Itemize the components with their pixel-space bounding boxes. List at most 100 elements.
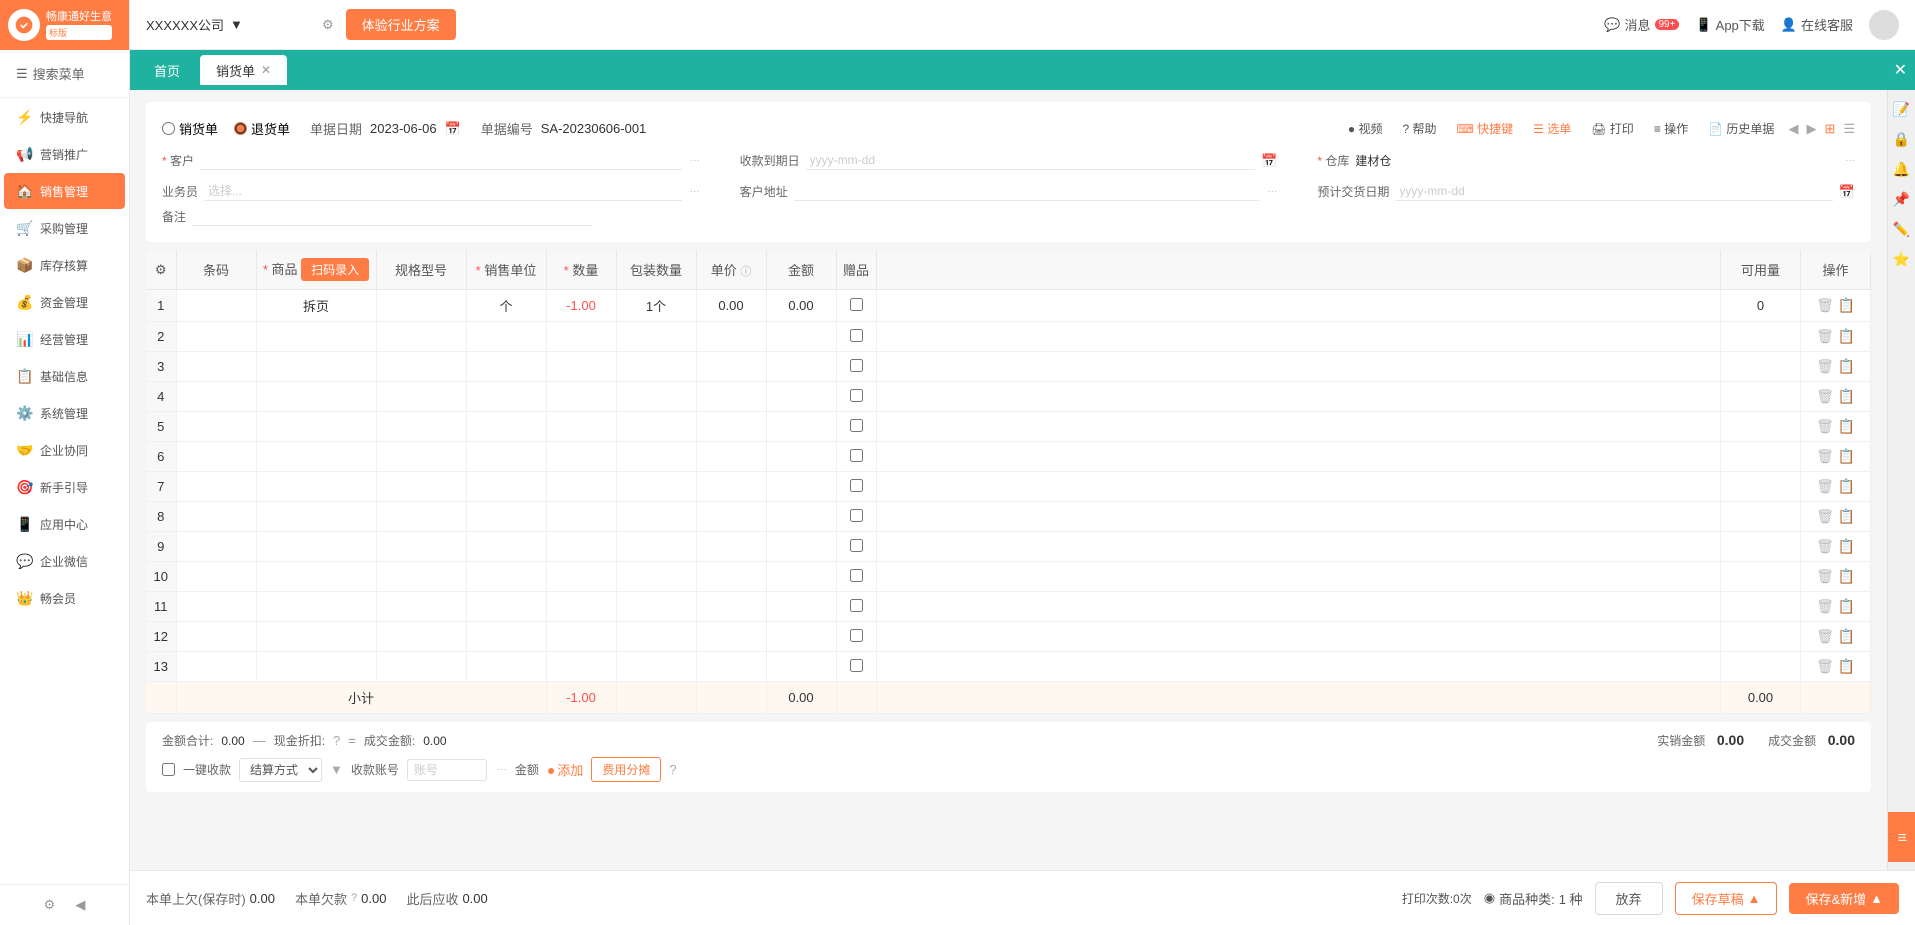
trial-button[interactable]: 体验行业方案 — [346, 9, 456, 40]
row-amount[interactable] — [766, 382, 836, 412]
row-barcode[interactable] — [176, 382, 256, 412]
toolbar-next-icon[interactable]: ▶ — [1806, 121, 1816, 137]
copy-icon[interactable]: 📋 — [1837, 358, 1854, 374]
row-amount[interactable]: 0.00 — [766, 290, 836, 322]
row-goods[interactable] — [256, 382, 376, 412]
row-amount[interactable] — [766, 502, 836, 532]
customer-dots[interactable]: ··· — [690, 155, 700, 166]
row-barcode[interactable] — [176, 622, 256, 652]
row-gift[interactable] — [836, 442, 876, 472]
toolbar-operation-btn[interactable]: ≡ 操作 — [1648, 118, 1694, 139]
copy-icon[interactable]: 📋 — [1837, 418, 1854, 434]
row-unit[interactable] — [466, 322, 546, 352]
th-settings[interactable]: ⚙ — [146, 250, 176, 290]
delete-icon[interactable]: 🗑 — [1816, 658, 1834, 674]
row-gift[interactable] — [836, 592, 876, 622]
row-pkg-qty[interactable] — [616, 442, 696, 472]
row-price[interactable] — [696, 592, 766, 622]
date-calendar-icon[interactable]: 📅 — [445, 121, 461, 137]
row-qty[interactable] — [546, 472, 616, 502]
customer-addr-dots[interactable]: ··· — [1267, 186, 1277, 197]
row-unit[interactable] — [466, 352, 546, 382]
row-goods[interactable] — [256, 592, 376, 622]
row-price[interactable] — [696, 502, 766, 532]
row-price[interactable] — [696, 562, 766, 592]
sidebar-item-member[interactable]: 👑 畅会员 — [4, 580, 125, 616]
abandon-button[interactable]: 放弃 — [1595, 882, 1663, 915]
app-download-btn[interactable]: 📱 App下载 — [1695, 15, 1764, 34]
expense-split-help-icon[interactable]: ? — [669, 762, 676, 777]
sidebar-item-marketing[interactable]: 📢 营销推广 — [4, 136, 125, 172]
delete-icon[interactable]: 🗑 — [1816, 508, 1834, 524]
row-qty[interactable] — [546, 412, 616, 442]
row-unit[interactable] — [466, 472, 546, 502]
row-unit[interactable] — [466, 532, 546, 562]
row-qty[interactable] — [546, 442, 616, 472]
row-pkg-qty[interactable] — [616, 502, 696, 532]
row-spec[interactable] — [376, 290, 466, 322]
row-price[interactable]: 0.00 — [696, 290, 766, 322]
scan-button[interactable]: 扫码录入 — [301, 258, 369, 281]
sidebar-collapse-btn[interactable]: ◀ — [69, 893, 91, 917]
sidebar-item-wechat[interactable]: 💬 企业微信 — [4, 543, 125, 579]
row-gift[interactable] — [836, 290, 876, 322]
topbar-gear-icon[interactable]: ⚙ — [322, 17, 334, 33]
toolbar-print-btn[interactable]: 🖨 打印 — [1585, 118, 1640, 139]
salesperson-dots[interactable]: ··· — [690, 186, 700, 197]
warehouse-dots[interactable]: ··· — [1845, 155, 1855, 166]
row-barcode[interactable] — [176, 562, 256, 592]
settlement-method-select[interactable]: 结算方式 — [239, 758, 322, 782]
add-payment-button[interactable]: ● 添加 — [547, 760, 583, 779]
copy-icon[interactable]: 📋 — [1837, 658, 1854, 674]
row-amount[interactable] — [766, 352, 836, 382]
row-spec[interactable] — [376, 442, 466, 472]
row-barcode[interactable] — [176, 412, 256, 442]
delete-icon[interactable]: 🗑 — [1816, 358, 1834, 374]
row-qty[interactable] — [546, 622, 616, 652]
sidebar-item-inventory[interactable]: 📦 库存核算 — [4, 247, 125, 283]
delete-icon[interactable]: 🗑 — [1816, 297, 1834, 313]
row-barcode[interactable] — [176, 322, 256, 352]
row-qty[interactable] — [546, 532, 616, 562]
due-date-calendar-icon[interactable]: 📅 — [1261, 153, 1277, 169]
row-unit[interactable] — [466, 382, 546, 412]
row-gift[interactable] — [836, 382, 876, 412]
row-qty[interactable] — [546, 502, 616, 532]
copy-icon[interactable]: 📋 — [1837, 478, 1854, 494]
row-goods[interactable] — [256, 472, 376, 502]
right-icon-lock[interactable]: 🔒 — [1891, 128, 1913, 150]
row-price[interactable] — [696, 382, 766, 412]
company-selector[interactable]: XXXXXX公司 ▼ — [146, 15, 306, 34]
right-icon-bell[interactable]: 🔔 — [1891, 158, 1913, 180]
row-amount[interactable] — [766, 472, 836, 502]
one-click-pay-checkbox[interactable] — [162, 763, 175, 776]
row-amount[interactable] — [766, 562, 836, 592]
sidebar-item-enterprise[interactable]: 🤝 企业协同 — [4, 432, 125, 468]
toolbar-help-btn[interactable]: ? 帮助 — [1396, 118, 1442, 139]
sidebar-item-guide[interactable]: 🎯 新手引导 — [4, 469, 125, 505]
row-barcode[interactable] — [176, 290, 256, 322]
row-pkg-qty[interactable] — [616, 472, 696, 502]
customer-addr-input[interactable] — [794, 182, 1260, 201]
row-barcode[interactable] — [176, 472, 256, 502]
expense-split-button[interactable]: 费用分摊 — [591, 757, 661, 782]
memo-input[interactable] — [192, 207, 592, 226]
toolbar-select-btn[interactable]: ☰ 选单 — [1527, 118, 1577, 139]
tab-close-icon[interactable]: ✕ — [261, 63, 271, 77]
delete-icon[interactable]: 🗑 — [1816, 418, 1834, 434]
tab-close-all-icon[interactable]: ✕ — [1894, 60, 1907, 80]
delete-icon[interactable]: 🗑 — [1816, 448, 1834, 464]
right-icon-pencil[interactable]: ✏️ — [1891, 218, 1913, 240]
row-amount[interactable] — [766, 592, 836, 622]
sidebar-item-system[interactable]: ⚙️ 系统管理 — [4, 395, 125, 431]
cash-discount-info[interactable]: ? — [333, 733, 340, 748]
row-goods[interactable] — [256, 652, 376, 682]
delete-icon[interactable]: 🗑 — [1816, 628, 1834, 644]
row-unit[interactable]: 个 — [466, 290, 546, 322]
delete-icon[interactable]: 🗑 — [1816, 478, 1834, 494]
sidebar-item-finance[interactable]: 💰 资金管理 — [4, 284, 125, 320]
delete-icon[interactable]: 🗑 — [1816, 328, 1834, 344]
row-unit[interactable] — [466, 562, 546, 592]
row-price[interactable] — [696, 652, 766, 682]
row-pkg-qty[interactable] — [616, 652, 696, 682]
